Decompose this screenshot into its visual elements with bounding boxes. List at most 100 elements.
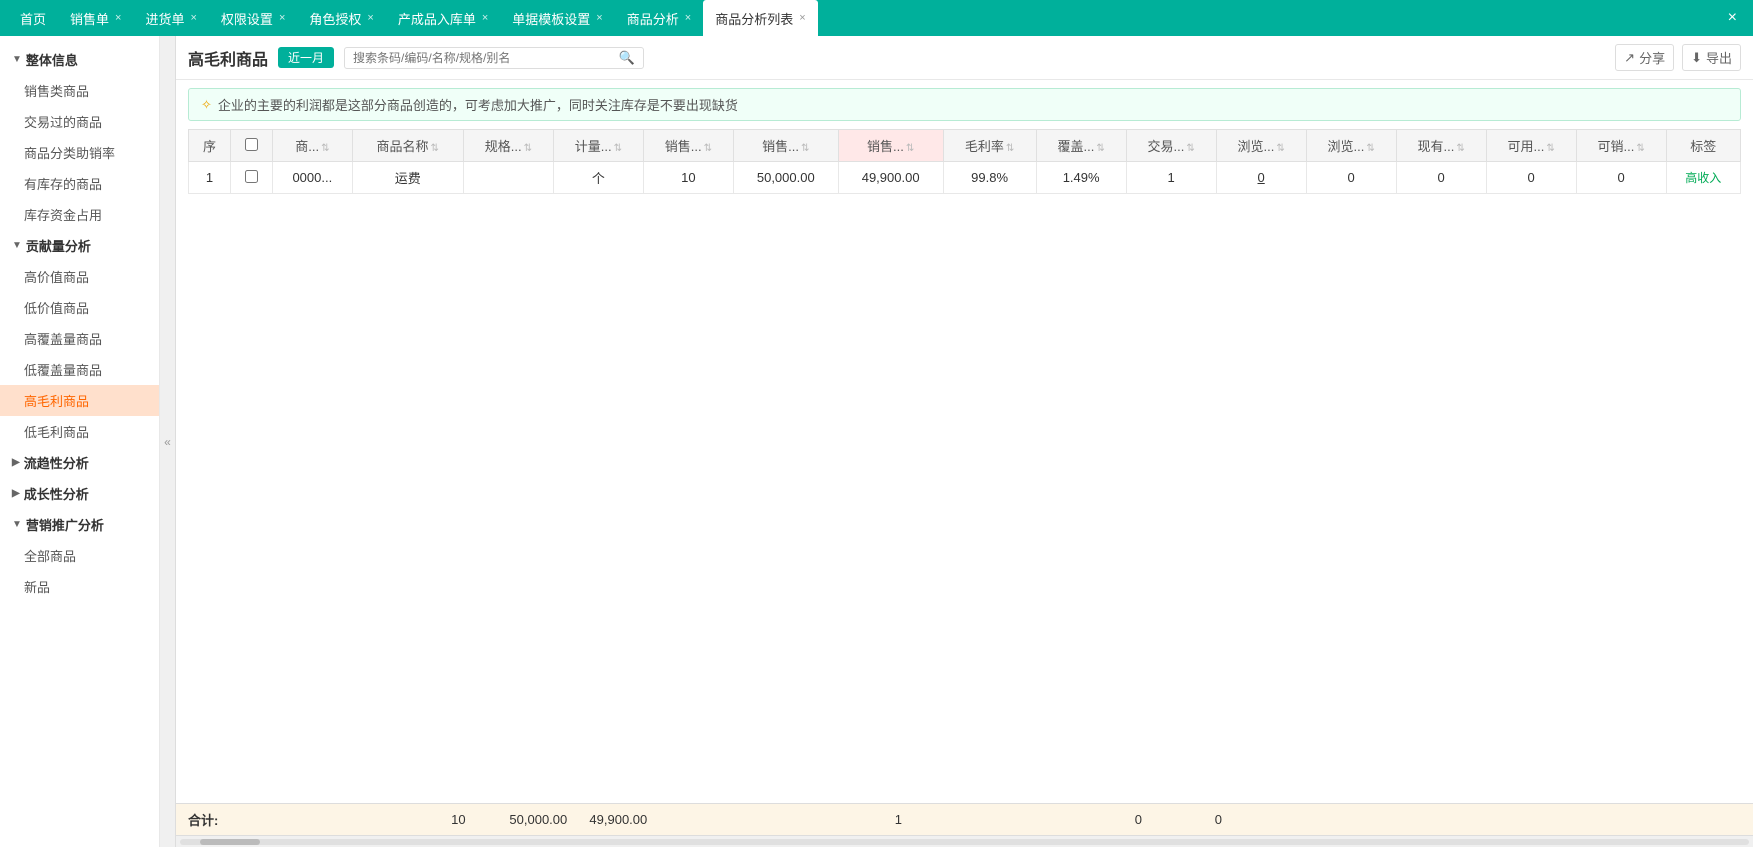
row-checkbox[interactable] [245,170,258,183]
share-button[interactable]: ↗ 分享 [1615,44,1674,71]
close-goods-analysis-tab[interactable]: × [685,12,691,24]
nav-product-warehouse[interactable]: 产成品入库单 × [386,0,500,36]
sidebar-item-category-rate[interactable]: 商品分类助销率 [0,137,159,168]
cell-sales-qty: 10 [643,162,733,194]
export-button[interactable]: ⬇ 导出 [1682,44,1741,71]
col-name[interactable]: 商品名称⇅ [352,130,463,162]
nav-goods-analysis-list[interactable]: 商品分析列表 × [703,0,817,36]
arrow-growth: ▶ [12,488,20,499]
table-wrapper: 序 商...⇅ 商品名称⇅ 规格...⇅ 计量...⇅ 销售...⇅ 销售...… [176,129,1753,803]
col-spec[interactable]: 规格...⇅ [463,130,553,162]
nav-sales[interactable]: 销售单 × [58,0,133,36]
nav-home[interactable]: 首页 [8,0,58,36]
col-views1[interactable]: 浏览...⇅ [1216,130,1306,162]
content-header: 高毛利商品 近一月 🔍 ↗ 分享 ⬇ 导出 [176,36,1753,80]
col-views2[interactable]: 浏览...⇅ [1306,130,1396,162]
arrow-trend: ▶ [12,457,20,468]
cell-name[interactable]: 运费 [352,162,463,194]
col-sales-amount[interactable]: 销售...⇅ [733,130,838,162]
cell-views2: 0 [1306,162,1396,194]
page-title: 高毛利商品 [188,46,268,70]
footer-trade-count: 1 [858,812,938,827]
close-sales-tab[interactable]: × [115,12,121,24]
nav-goods-analysis[interactable]: 商品分析 × [615,0,703,36]
search-icon[interactable]: 🔍 [619,50,635,66]
sidebar-group-marketing[interactable]: ▼ 营销推广分析 [0,509,159,540]
cell-gross-margin: 99.8% [943,162,1036,194]
close-window-button[interactable]: × [1720,9,1745,27]
footer-label: 合计: [188,810,218,829]
info-banner: ✧ 企业的主要的利润都是这部分商品创造的，可考虑加大推广，同时关注库存是不要出现… [188,88,1741,121]
data-table: 序 商...⇅ 商品名称⇅ 规格...⇅ 计量...⇅ 销售...⇅ 销售...… [188,129,1741,194]
footer-sales-qty [238,812,418,827]
sidebar-item-low-coverage[interactable]: 低覆盖量商品 [0,354,159,385]
sidebar-item-stock-fund[interactable]: 库存资金占用 [0,199,159,230]
close-product-warehouse-tab[interactable]: × [482,12,488,24]
horizontal-scrollbar[interactable] [176,835,1753,847]
sidebar-group-trend[interactable]: ▶ 流趋性分析 [0,447,159,478]
top-nav: 首页 销售单 × 进货单 × 权限设置 × 角色授权 × 产成品入库单 × 单据… [0,0,1753,36]
col-sales-cost[interactable]: 销售...⇅ [838,130,943,162]
sidebar-item-high-margin[interactable]: 高毛利商品 [0,385,159,416]
scrollbar-track[interactable] [180,839,1749,845]
col-available-stock[interactable]: 可用...⇅ [1486,130,1576,162]
col-coverage[interactable]: 覆盖...⇅ [1036,130,1126,162]
sidebar-item-low-value[interactable]: 低价值商品 [0,292,159,323]
cell-current-stock: 0 [1396,162,1486,194]
sidebar-group-contribution[interactable]: ▼ 贡献量分析 [0,230,159,261]
sidebar-item-high-coverage[interactable]: 高覆盖量商品 [0,323,159,354]
cell-index: 1 [189,162,231,194]
header-actions: ↗ 分享 ⬇ 导出 [1615,44,1741,71]
sidebar-item-in-stock[interactable]: 有库存的商品 [0,168,159,199]
sidebar-item-all-goods[interactable]: 全部商品 [0,540,159,571]
scrollbar-thumb[interactable] [200,839,260,845]
col-gross-margin[interactable]: 毛利率⇅ [943,130,1036,162]
cell-views1[interactable]: 0 [1216,162,1306,194]
nav-permission[interactable]: 权限设置 × [209,0,297,36]
close-permission-tab[interactable]: × [279,12,285,24]
nav-purchase[interactable]: 进货单 × [133,0,208,36]
cell-checkbox[interactable] [231,162,273,194]
sidebar-group-overall[interactable]: ▼ 整体信息 [0,44,159,75]
col-tag[interactable]: 标签 [1666,130,1740,162]
footer-views1 [938,812,1018,827]
col-current-stock[interactable]: 现有...⇅ [1396,130,1486,162]
footer-sales-amount: 50,000.00 [498,812,578,827]
close-goods-list-tab[interactable]: × [799,12,805,24]
cell-code[interactable]: 0000... [273,162,353,194]
footer-margin [658,812,778,827]
search-box: 🔍 [344,47,644,69]
nav-role[interactable]: 角色授权 × [297,0,385,36]
sidebar-group-growth[interactable]: ▶ 成长性分析 [0,478,159,509]
nav-template[interactable]: 单据模板设置 × [500,0,614,36]
cell-sales-amount: 50,000.00 [733,162,838,194]
close-purchase-tab[interactable]: × [190,12,196,24]
close-template-tab[interactable]: × [596,12,602,24]
arrow-overall: ▼ [12,54,22,65]
footer-current-stock: 0 [1098,812,1178,827]
sidebar-item-low-margin[interactable]: 低毛利商品 [0,416,159,447]
bulb-icon: ✧ [201,97,212,113]
arrow-marketing: ▼ [12,519,22,530]
close-role-tab[interactable]: × [367,12,373,24]
col-sales-qty[interactable]: 销售...⇅ [643,130,733,162]
col-code[interactable]: 商...⇅ [273,130,353,162]
sidebar: ▼ 整体信息 销售类商品 交易过的商品 商品分类助销率 有库存的商品 库存资金占… [0,36,160,847]
sidebar-item-high-value[interactable]: 高价值商品 [0,261,159,292]
sidebar-item-traded-goods[interactable]: 交易过的商品 [0,106,159,137]
select-all-checkbox[interactable] [245,138,258,151]
footer-available-stock: 0 [1178,812,1258,827]
sidebar-item-sales-goods[interactable]: 销售类商品 [0,75,159,106]
search-input[interactable] [353,51,619,65]
table-row: 1 0000... 运费 个 10 50,000.00 49,900.00 99… [189,162,1741,194]
col-trade-count[interactable]: 交易...⇅ [1126,130,1216,162]
sidebar-item-new-goods[interactable]: 新品 [0,571,159,602]
col-checkbox[interactable] [231,130,273,162]
time-filter-button[interactable]: 近一月 [278,47,334,68]
col-sellable-stock[interactable]: 可销...⇅ [1576,130,1666,162]
sidebar-toggle[interactable]: « [160,36,176,847]
footer-sales-qty-val: 10 [418,812,498,827]
footer-sales-cost: 49,900.00 [578,812,658,827]
main-layout: ▼ 整体信息 销售类商品 交易过的商品 商品分类助销率 有库存的商品 库存资金占… [0,36,1753,847]
col-unit[interactable]: 计量...⇅ [553,130,643,162]
